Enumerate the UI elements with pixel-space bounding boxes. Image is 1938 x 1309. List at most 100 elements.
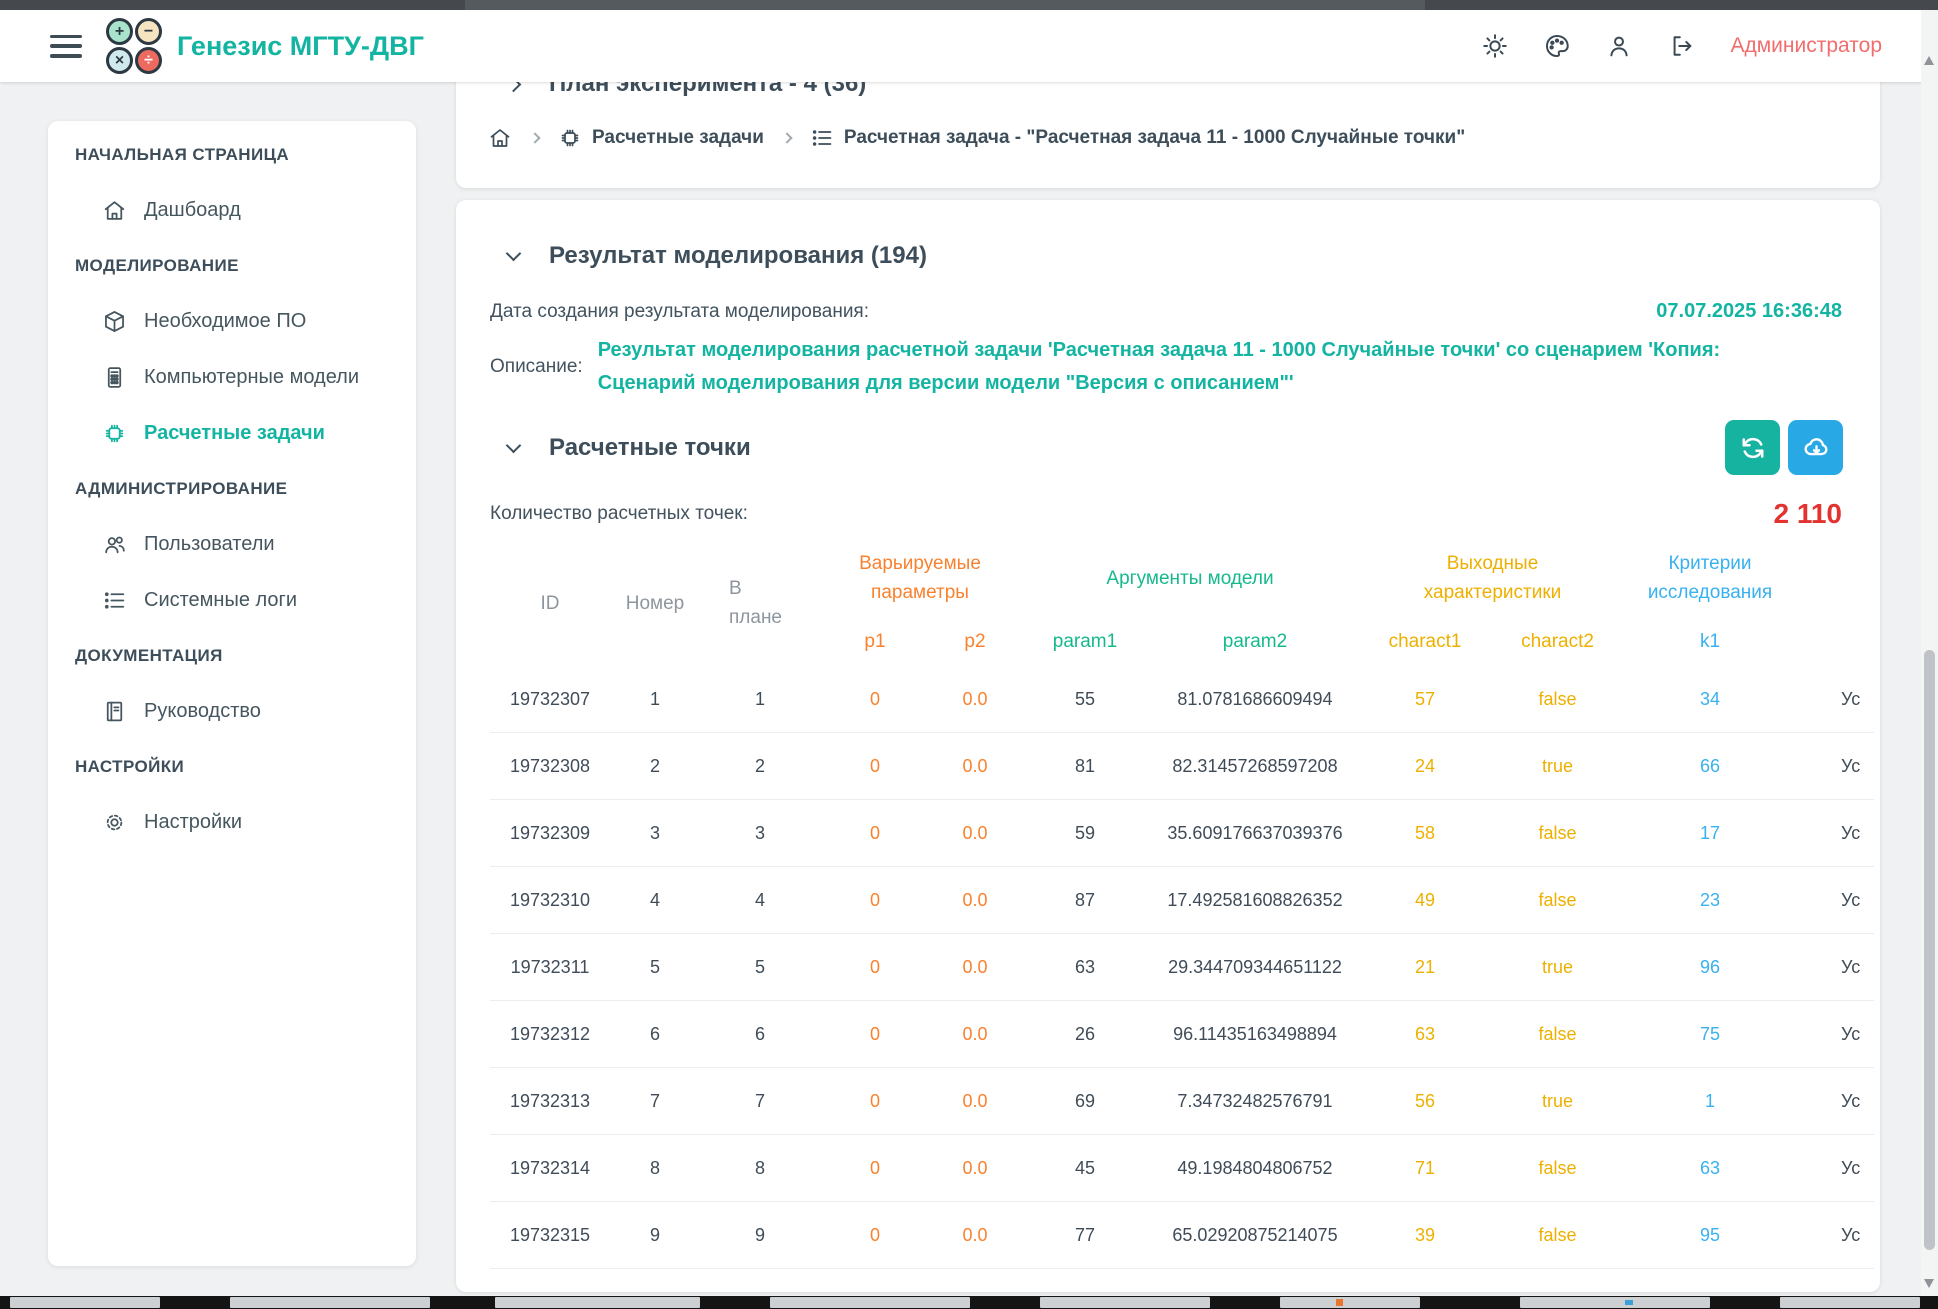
column-group-header: Варьируемые параметры [859,553,981,603]
table-cell: Ус [1841,889,1861,910]
table-cell: 96 [1699,956,1721,977]
taskbar-filmstrip [0,1296,1938,1309]
table-row[interactable]: 19732307 1 1 0 0.0 55 81.0781686609494 57 false 3… [490,666,1874,733]
browser-tab-segment [465,0,1425,10]
table-cell: 34 [1699,688,1721,709]
logo-times-icon: × [106,47,133,74]
browser-top-strip [0,0,1938,10]
table-cell: 9 [649,1224,660,1245]
table-cell: 26 [1074,1023,1096,1044]
points-count-value: 2 110 [1773,498,1842,529]
table-cell: 87 [1074,889,1096,910]
taskbar-thumbnail [1040,1297,1210,1308]
sidebar-item-label: Системные логи [144,588,298,611]
sidebar-item[interactable]: Расчетные задачи [48,405,416,461]
breadcrumb-item-tasks[interactable]: Расчетные задачи [558,126,764,150]
points-actions [1725,420,1843,475]
column-group-header: Выходные характеристики [1423,553,1562,603]
column-subheader: p2 [964,630,986,652]
sidebar-item-label: Руководство [144,699,261,722]
chevron-down-icon[interactable] [505,437,522,454]
sidebar-item[interactable]: Настройки [48,794,416,850]
sidebar-section-label: НАСТРОЙКИ [75,756,185,776]
table-cell: Ус [1841,1224,1861,1245]
sidebar-item-label: Компьютерные модели [144,365,360,388]
table-cell: Ус [1841,956,1861,977]
main-content-card: Результат моделирования (194) Дата созда… [456,200,1880,1292]
cloud-download-icon [1804,437,1827,455]
table-cell: 24 [1414,755,1436,776]
table-cell: 57 [1414,688,1436,709]
table-cell: 3 [649,822,660,843]
scrollbar-down-arrow[interactable] [1924,1279,1934,1288]
table-cell: 0.0 [962,1157,988,1178]
theme-toggle-icon[interactable] [1480,31,1510,61]
table-row[interactable]: 19732312 6 6 0 0.0 26 96.11435163498894 63 false… [490,1001,1874,1068]
sidebar-item-label: Необходимое ПО [144,309,307,332]
table-cell: 63 [1699,1157,1721,1178]
chevron-down-icon[interactable] [505,245,522,262]
table-row[interactable]: 19732314 8 8 0 0.0 45 49.1984804806752 71 false 6… [490,1135,1874,1202]
palette-icon[interactable] [1542,31,1572,61]
table-cell: 0 [869,1157,880,1178]
table-cell: 29.344709344651122 [1168,956,1342,977]
table-cell: 9 [754,1224,765,1245]
table-row[interactable]: 19732313 7 7 0 0.0 69 7.34732482576791 56 true 1 У… [490,1068,1874,1135]
scrollbar-thumb[interactable] [1924,650,1935,1250]
taskbar-thumbnail [1280,1297,1420,1308]
table-cell: 1 [754,688,765,709]
table-cell: 0.0 [962,755,988,776]
sidebar-item[interactable]: Руководство [48,683,416,739]
sidebar-item-label: Дашбоард [144,198,241,221]
table-row[interactable]: 19732308 2 2 0 0.0 81 82.31457268597208 24 true 6… [490,733,1874,800]
app-logo: + − × ÷ [106,18,162,74]
breadcrumb-item-task-current[interactable]: Расчетная задача - "Расчетная задача 11 … [810,126,1465,150]
table-row[interactable]: 19732310 4 4 0 0.0 87 17.492581608826352 49 fals… [490,867,1874,934]
table-cell: 0.0 [962,889,988,910]
table-cell: 19732309 [509,822,591,843]
table-cell: 66 [1699,755,1721,776]
sidebar-item[interactable]: Пользователи [48,516,416,572]
taskbar-thumbnail [1780,1297,1920,1308]
download-button[interactable] [1788,420,1843,475]
taskbar-thumbnail [230,1297,430,1308]
logo-minus-icon: − [135,18,162,45]
taskbar-thumbnail [770,1297,970,1308]
sidebar-item-label: Пользователи [144,532,275,555]
scrollbar-up-arrow[interactable] [1924,56,1934,65]
column-subheader: k1 [1699,630,1721,652]
profile-icon[interactable] [1604,31,1634,61]
user-role-label[interactable]: Администратор [1730,34,1882,58]
table-cell: 35.609176637039376 [1167,822,1343,843]
sidebar-item[interactable]: Необходимое ПО [48,293,416,349]
book-icon [102,699,127,724]
table-cell: 0 [869,1224,880,1245]
breadcrumb: Расчетные задачи Расчетная задача - "Рас… [488,126,1465,150]
breadcrumb-separator [529,132,541,144]
table-cell: 19732315 [509,1224,591,1245]
table-row[interactable]: 19732309 3 3 0 0.0 59 35.609176637039376 58 fals… [490,800,1874,867]
table-cell: 65.02920875214075 [1172,1224,1338,1245]
sidebar-item[interactable]: Дашбоард [48,182,416,238]
sidebar-item[interactable]: Системные логи [48,572,416,628]
table-cell: true [1541,956,1574,977]
menu-toggle-button[interactable] [50,34,82,58]
column-subheader: param1 [1052,630,1118,652]
table-row[interactable]: 19732315 9 9 0 0.0 77 65.02920875214075 39 false… [490,1202,1874,1269]
sidebar-section-label: АДМИНИСТРИРОВАНИЕ [75,478,288,498]
sidebar-item[interactable]: Компьютерные модели [48,349,416,405]
breadcrumb-item-label: Расчетная задача - "Расчетная задача 11 … [843,127,1466,148]
breadcrumb-item-label: Расчетные задачи [592,127,764,148]
refresh-icon [1742,437,1763,458]
refresh-button[interactable] [1725,420,1780,475]
table-cell: 19732307 [509,688,591,709]
table-cell: 82.31457268597208 [1172,755,1338,776]
table-cell: 81 [1074,755,1096,776]
logout-icon[interactable] [1666,31,1696,61]
table-cell: false [1538,688,1577,709]
page-scrollbar[interactable] [1921,10,1938,1296]
points-table: ID Номер В плане Варьируемые параметры Аргум… [490,540,1874,1269]
home-icon[interactable] [488,126,512,150]
breadcrumb-separator [781,132,793,144]
table-row[interactable]: 19732311 5 5 0 0.0 63 29.344709344651122 21 true… [490,934,1874,1001]
